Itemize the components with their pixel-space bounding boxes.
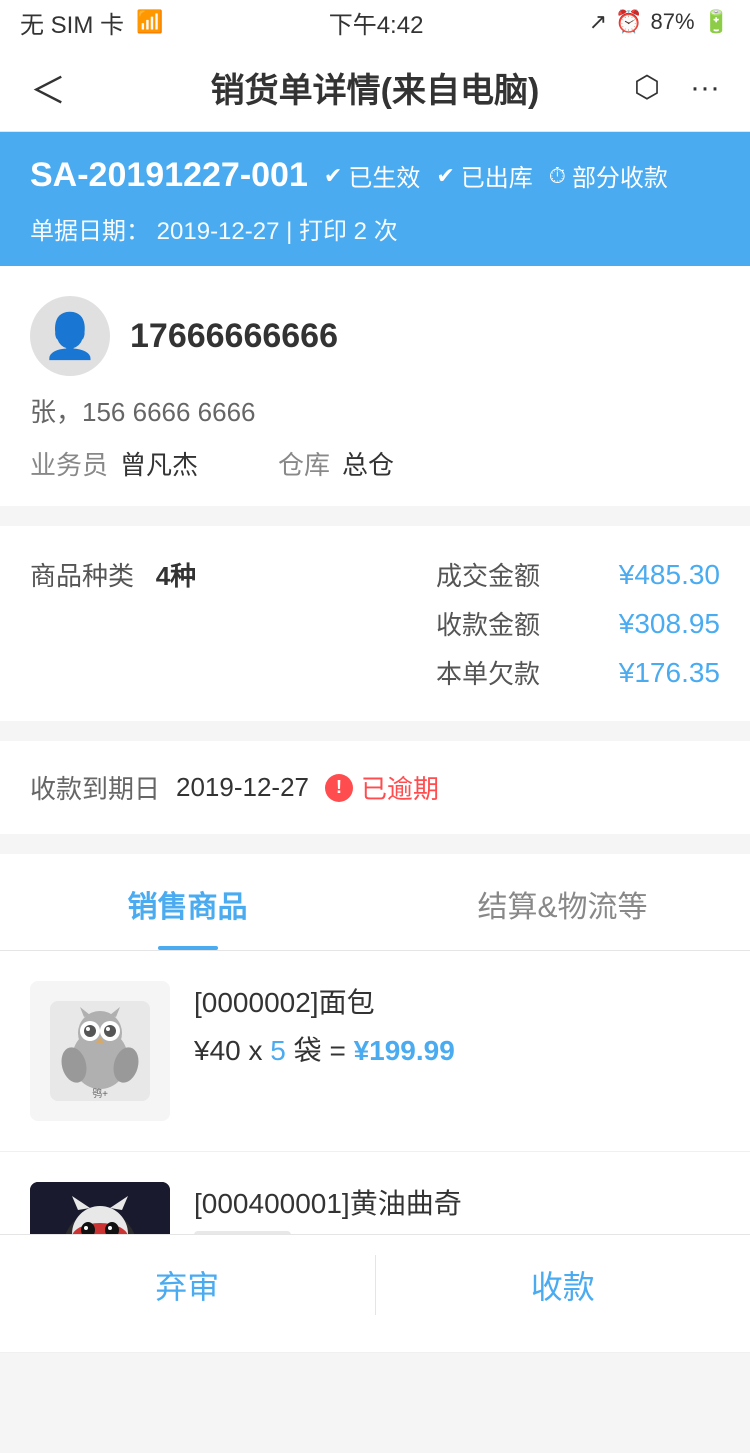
- received-value: ¥308.95: [560, 608, 720, 640]
- status-badges: ✔ 已生效 ✔ 已出库 ⏱ 部分收款: [324, 158, 668, 193]
- more-icon[interactable]: ···: [690, 71, 720, 105]
- avatar-icon: 👤: [43, 310, 98, 362]
- received-label: 收款金额: [436, 605, 540, 642]
- svg-text:鸮+: 鸮+: [92, 1087, 108, 1100]
- status-bar: 无 SIM 卡 📶 下午4:42 ↗ ⏰ 87% 🔋: [0, 0, 750, 44]
- status-time: 下午4:42: [329, 5, 424, 40]
- customer-row: 👤 17666666666: [30, 296, 720, 376]
- battery-label: 87%: [651, 9, 695, 35]
- category-label: 商品种类: [30, 561, 134, 591]
- product-qty-bread: 5: [270, 1035, 286, 1066]
- badge-shipped: ✔ 已出库: [436, 158, 532, 193]
- customer-sub-info: 张，156 6666 6666: [30, 392, 720, 429]
- bottom-bar: 弃审 收款: [0, 1234, 750, 1334]
- tab-settlement[interactable]: 结算&物流等: [375, 854, 750, 950]
- alarm-icon: ⏰: [615, 9, 642, 35]
- product-price-bread: ¥40 x 5 袋 = ¥199.99: [194, 1029, 720, 1069]
- cancel-button[interactable]: 弃审: [0, 1242, 375, 1328]
- confirm-button[interactable]: 收款: [376, 1242, 750, 1328]
- summary-right: 成交金额 ¥485.30 收款金额 ¥308.95 本单欠款 ¥176.35: [436, 556, 720, 691]
- badge-effective-label: 已生效: [348, 158, 420, 193]
- date-prefix: 单据日期：: [30, 218, 150, 245]
- summary-row-owed: 本单欠款 ¥176.35: [436, 654, 720, 691]
- print-count: | 打印 2 次: [286, 218, 398, 245]
- order-header: SA-20191227-001 ✔ 已生效 ✔ 已出库 ⏱ 部分收款 单据日期：…: [0, 132, 750, 266]
- summary-row-received: 收款金额 ¥308.95: [436, 605, 720, 642]
- badge-partial-label: 部分收款: [572, 158, 668, 193]
- due-label: 收款到期日: [30, 769, 160, 806]
- nav-bar: ＜ 销货单详情(来自电脑) ⬡ ···: [0, 44, 750, 132]
- status-right: ↗ ⏰ 87% 🔋: [589, 9, 730, 35]
- customer-meta: 业务员 曾凡杰 仓库 总仓: [30, 445, 720, 482]
- customer-id: 17666666666: [130, 317, 338, 356]
- order-date: 2019-12-27: [157, 218, 280, 245]
- tabs: 销售商品 结算&物流等: [0, 854, 750, 951]
- product-image-bread: 鸮+: [30, 981, 170, 1121]
- check-icon-2: ✔: [436, 163, 454, 189]
- order-date-row: 单据日期： 2019-12-27 | 打印 2 次: [30, 211, 720, 246]
- badge-shipped-label: 已出库: [461, 158, 533, 193]
- due-date: 2019-12-27: [176, 772, 309, 803]
- order-id: SA-20191227-001: [30, 156, 308, 195]
- list-item: 鸮+ [0000002]面包 ¥40 x 5 袋 = ¥199.99: [0, 951, 750, 1152]
- owl-svg: 鸮+: [50, 1001, 150, 1101]
- warehouse-item: 仓库 总仓: [278, 445, 394, 482]
- product-name-butter: [000400001]黄油曲奇: [194, 1182, 720, 1222]
- product-name-bread: [0000002]面包: [194, 981, 720, 1021]
- product-total-bread: ¥199.99: [354, 1035, 455, 1066]
- owed-value: ¥176.35: [560, 657, 720, 689]
- summary-left: 商品种类 4种: [30, 556, 196, 593]
- deal-label: 成交金额: [436, 556, 540, 593]
- page-title: 销货单详情(来自电脑): [211, 63, 540, 112]
- warehouse-label: 仓库: [278, 445, 330, 482]
- sales-person-label: 业务员: [30, 445, 108, 482]
- owed-label: 本单欠款: [436, 654, 540, 691]
- order-id-row: SA-20191227-001 ✔ 已生效 ✔ 已出库 ⏱ 部分收款: [30, 156, 720, 195]
- battery-icon: 🔋: [703, 9, 730, 35]
- carrier-label: 无 SIM 卡: [20, 5, 124, 40]
- nav-right-actions: ⬡ ···: [634, 70, 720, 105]
- deal-value: ¥485.30: [560, 559, 720, 591]
- badge-partial: ⏱ 部分收款: [549, 158, 668, 193]
- avatar: 👤: [30, 296, 110, 376]
- warehouse-value: 总仓: [342, 445, 394, 482]
- check-icon-1: ✔: [324, 163, 342, 189]
- back-button[interactable]: ＜: [30, 52, 86, 124]
- tab-sales-label: 销售商品: [128, 891, 248, 924]
- tabs-section: 销售商品 结算&物流等: [0, 854, 750, 951]
- summary-row-deal: 成交金额 ¥485.30: [436, 556, 720, 593]
- due-section: 收款到期日 2019-12-27 ! 已逾期: [0, 741, 750, 834]
- sales-person-value: 曾凡杰: [120, 445, 198, 482]
- category-count: 4种: [156, 561, 196, 591]
- summary-section: 商品种类 4种 成交金额 ¥485.30 收款金额 ¥308.95 本单欠款 ¥…: [0, 526, 750, 721]
- overdue-icon: !: [325, 774, 353, 802]
- clock-icon: ⏱: [549, 163, 566, 189]
- overdue-badge: ! 已逾期: [325, 769, 439, 806]
- status-left: 无 SIM 卡 📶: [20, 5, 163, 40]
- tab-settlement-label: 结算&物流等: [477, 891, 647, 924]
- customer-section: 👤 17666666666 张，156 6666 6666 业务员 曾凡杰 仓库…: [0, 266, 750, 506]
- badge-effective: ✔ 已生效: [324, 158, 420, 193]
- sales-person-item: 业务员 曾凡杰: [30, 445, 198, 482]
- share-icon[interactable]: ⬡: [634, 70, 660, 105]
- wifi-icon: 📶: [136, 9, 163, 35]
- overdue-label: 已逾期: [361, 769, 439, 806]
- tab-underline: [158, 946, 218, 950]
- tab-sales-products[interactable]: 销售商品: [0, 854, 375, 950]
- location-icon: ↗: [589, 9, 607, 35]
- product-info-bread: [0000002]面包 ¥40 x 5 袋 = ¥199.99: [194, 981, 720, 1069]
